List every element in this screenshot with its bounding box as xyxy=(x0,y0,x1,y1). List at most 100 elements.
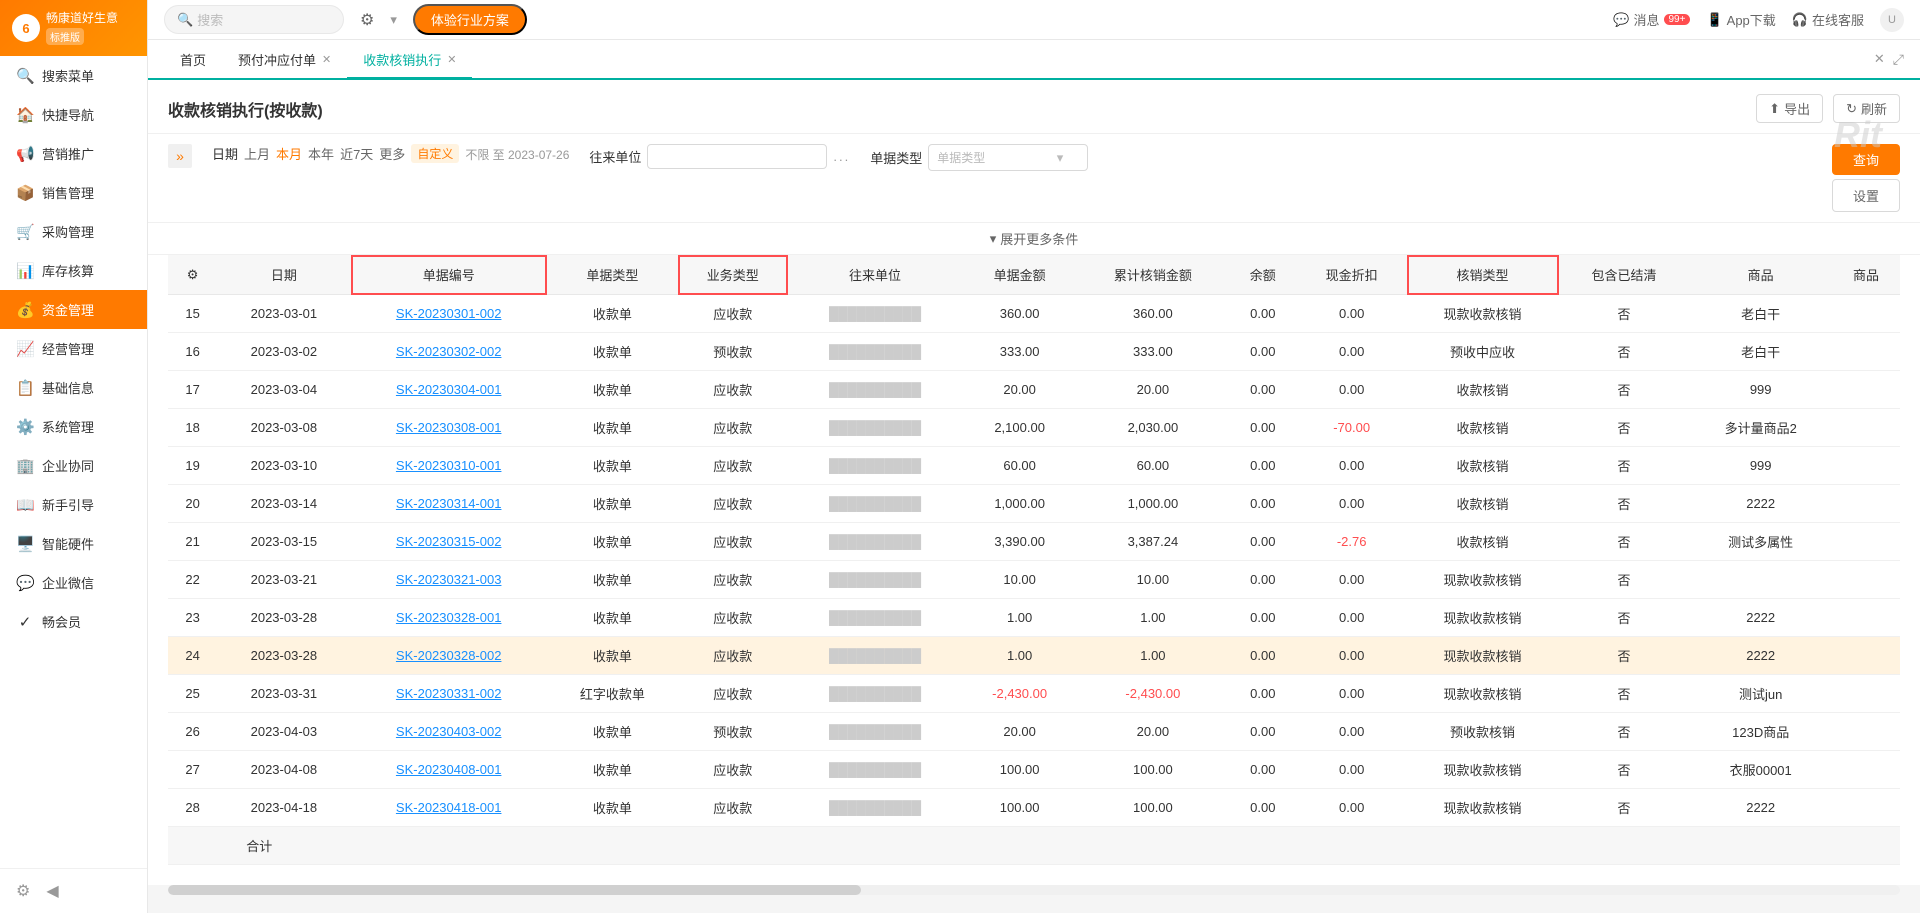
message-icon: 💬 xyxy=(1613,12,1629,28)
app-download-btn[interactable]: 📱 App下载 xyxy=(1706,10,1775,29)
cell-doc-no[interactable]: SK-20230331-002 xyxy=(351,675,547,713)
cell-doc-no[interactable]: SK-20230408-001 xyxy=(351,751,547,789)
refresh-btn[interactable]: ↻ 刷新 xyxy=(1833,94,1900,123)
close-tab-icon[interactable]: ✕ xyxy=(1874,51,1885,67)
cell-verify-type: 现款收款核销 xyxy=(1407,295,1559,333)
cell-total-verify: 1,000.00 xyxy=(1077,485,1229,523)
sidebar: 6 畅康道好生意 标推版 🔍 搜索菜单 🏠 快捷导航 📢 营销推广 📦 销售管理… xyxy=(0,0,148,913)
th-amount: 单据金额 xyxy=(962,255,1077,295)
cell-verify-type: 现款收款核销 xyxy=(1407,751,1559,789)
cell-doc-type: 收款单 xyxy=(547,713,678,751)
tab-payable-close-icon[interactable]: ✕ xyxy=(322,53,331,66)
sidebar-item-enterprise[interactable]: 🏢 企业协同 xyxy=(0,446,147,485)
cell-doc-no[interactable]: SK-20230301-002 xyxy=(351,295,547,333)
tab-collection[interactable]: 收款核销执行 ✕ xyxy=(347,42,472,79)
cell-total-verify: 360.00 xyxy=(1077,295,1229,333)
cell-doc-no[interactable]: SK-20230315-002 xyxy=(351,523,547,561)
cell-doc-no[interactable]: SK-20230321-003 xyxy=(351,561,547,599)
date-more[interactable]: 更多 xyxy=(379,144,405,163)
date-last-month[interactable]: 上月 xyxy=(244,144,270,163)
filter-expand-btn[interactable]: » xyxy=(168,144,192,168)
message-btn[interactable]: 💬 消息 99+ xyxy=(1613,10,1690,29)
cell-balance: 0.00 xyxy=(1229,561,1297,599)
table-body: 152023-03-01SK-20230301-002收款单应收款███████… xyxy=(168,295,1900,827)
sidebar-item-hardware[interactable]: 🖥️ 智能硬件 xyxy=(0,524,147,563)
sidebar-item-finance[interactable]: 💰 资金管理 xyxy=(0,290,147,329)
sidebar-item-guide[interactable]: 📖 新手引导 xyxy=(0,485,147,524)
cell-include-cleared: 否 xyxy=(1559,561,1690,599)
cell-doc-no[interactable]: SK-20230328-002 xyxy=(351,637,547,675)
cell-amount: 333.00 xyxy=(962,333,1077,371)
settings-btn[interactable]: ⚙ xyxy=(360,10,374,30)
sidebar-item-purchase[interactable]: 🛒 采购管理 xyxy=(0,212,147,251)
tab-payable[interactable]: 预付冲应付单 ✕ xyxy=(222,42,347,79)
cell-doc-no[interactable]: SK-20230328-001 xyxy=(351,599,547,637)
sidebar-item-basic[interactable]: 📋 基础信息 xyxy=(0,368,147,407)
cell-seq: 16 xyxy=(168,333,217,371)
cell-cash-discount: 0.00 xyxy=(1297,485,1407,523)
phone-icon: 📱 xyxy=(1706,12,1722,28)
cell-product2 xyxy=(1832,485,1900,523)
date-this-year[interactable]: 本年 xyxy=(308,144,334,163)
cell-doc-no[interactable]: SK-20230308-001 xyxy=(351,409,547,447)
cell-total-verify: 100.00 xyxy=(1077,751,1229,789)
tab-home[interactable]: 首页 xyxy=(164,42,222,79)
cell-product2 xyxy=(1832,371,1900,409)
cell-cash-discount: 0.00 xyxy=(1297,333,1407,371)
sidebar-item-marketing[interactable]: 📢 营销推广 xyxy=(0,134,147,173)
cell-biz-type: 应收款 xyxy=(678,295,788,333)
sidebar-item-quick-nav[interactable]: 🏠 快捷导航 xyxy=(0,95,147,134)
date-custom-btn[interactable]: 自定义 xyxy=(411,144,459,163)
sidebar-item-operations[interactable]: 📈 经营管理 xyxy=(0,329,147,368)
cell-doc-no[interactable]: SK-20230310-001 xyxy=(351,447,547,485)
cell-product: 多计量商品2 xyxy=(1689,409,1832,447)
cell-doc-no[interactable]: SK-20230418-001 xyxy=(351,789,547,827)
cell-amount: 20.00 xyxy=(962,713,1077,751)
sidebar-item-member[interactable]: ✓ 畅会员 xyxy=(0,602,147,641)
dropdown-icon[interactable]: ▾ xyxy=(390,12,397,28)
settings-icon[interactable]: ⚙ xyxy=(16,881,30,901)
date-this-month[interactable]: 本月 xyxy=(276,144,302,163)
industry-solution-btn[interactable]: 体验行业方案 xyxy=(413,4,527,35)
expand-more-btn[interactable]: ▾ 展开更多条件 xyxy=(990,229,1079,248)
filter-settings-btn[interactable]: 设置 xyxy=(1832,179,1900,212)
cell-seq: 23 xyxy=(168,599,217,637)
sidebar-item-inventory[interactable]: 📊 库存核算 xyxy=(0,251,147,290)
cell-doc-no[interactable]: SK-20230314-001 xyxy=(351,485,547,523)
date-last-7-days[interactable]: 近7天 xyxy=(340,144,373,163)
query-btn[interactable]: 查询 xyxy=(1832,144,1900,175)
page-content: 收款核销执行(按收款) ⬆ 导出 ↻ 刷新 » 日期 上月 本月 本 xyxy=(148,80,1920,913)
table-horizontal-scrollbar[interactable] xyxy=(168,885,1900,895)
cell-include-cleared: 否 xyxy=(1559,523,1690,561)
sidebar-item-system[interactable]: ⚙️ 系统管理 xyxy=(0,407,147,446)
cell-doc-no[interactable]: SK-20230302-002 xyxy=(351,333,547,371)
cell-product: 测试多属性 xyxy=(1689,523,1832,561)
headset-icon: 🎧 xyxy=(1792,12,1808,28)
table-scrollbar-thumb[interactable] xyxy=(168,885,861,895)
expand-tab-icon[interactable]: ⤢ xyxy=(1893,51,1904,68)
cell-doc-no[interactable]: SK-20230403-002 xyxy=(351,713,547,751)
cell-doc-type: 收款单 xyxy=(547,751,678,789)
cell-biz-type: 预收款 xyxy=(678,333,788,371)
table-row: 212023-03-15SK-20230315-002收款单应收款███████… xyxy=(168,523,1900,561)
sidebar-item-label: 企业微信 xyxy=(42,573,94,592)
global-search-input[interactable]: 🔍 搜索 xyxy=(164,5,344,34)
cell-party: ██████████ xyxy=(788,523,963,561)
th-seq: ⚙ xyxy=(168,255,217,295)
cell-doc-no[interactable]: SK-20230304-001 xyxy=(351,371,547,409)
cell-date: 2023-03-28 xyxy=(217,599,350,637)
doc-type-select[interactable]: 单据类型 ▾ xyxy=(928,144,1088,171)
cell-total-verify: 10.00 xyxy=(1077,561,1229,599)
sidebar-item-sales[interactable]: 📦 销售管理 xyxy=(0,173,147,212)
sidebar-item-search[interactable]: 🔍 搜索菜单 xyxy=(0,56,147,95)
sidebar-item-wechat[interactable]: 💬 企业微信 xyxy=(0,563,147,602)
party-input[interactable] xyxy=(647,144,827,169)
tab-collection-close-icon[interactable]: ✕ xyxy=(447,53,456,66)
export-btn[interactable]: ⬆ 导出 xyxy=(1756,94,1823,123)
cell-date: 2023-03-01 xyxy=(217,295,350,333)
online-service-btn[interactable]: 🎧 在线客服 xyxy=(1792,10,1864,29)
user-avatar[interactable]: U xyxy=(1880,8,1904,32)
cell-product xyxy=(1689,561,1832,599)
chart-icon: 📊 xyxy=(16,262,34,280)
collapse-icon[interactable]: ◀ xyxy=(46,881,58,901)
